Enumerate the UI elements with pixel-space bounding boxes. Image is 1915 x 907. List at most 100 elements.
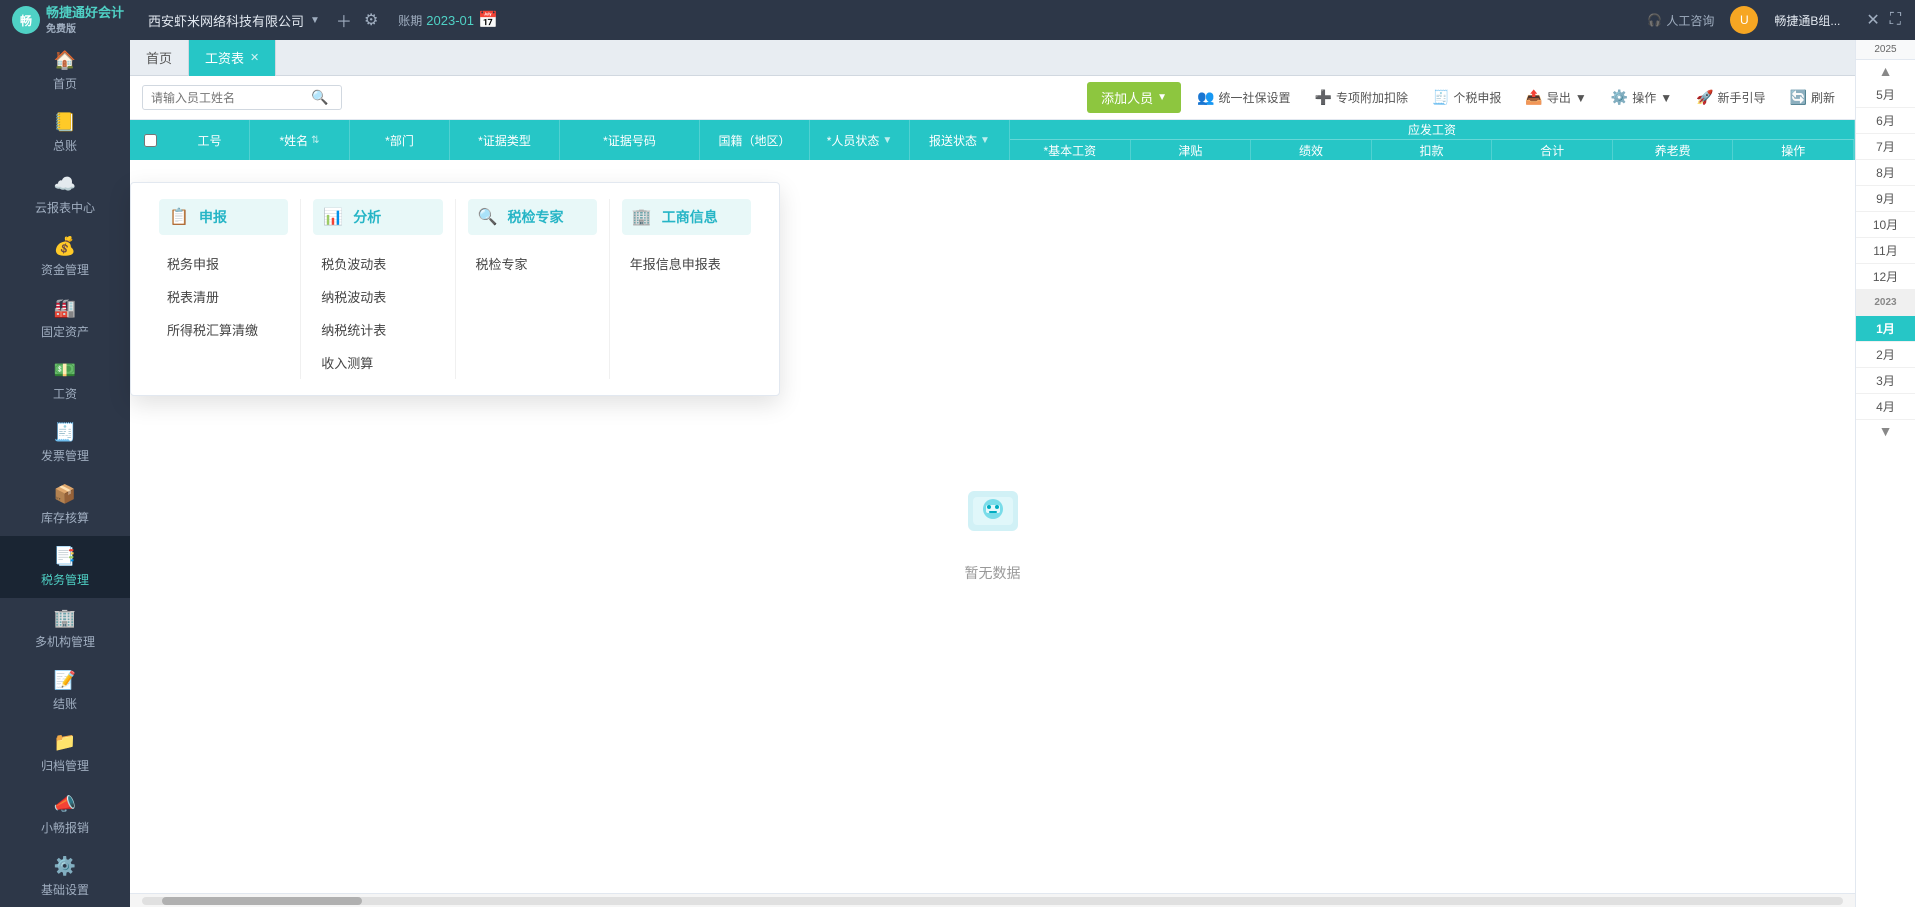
sidebar-item-tax[interactable]: 📑 税务管理 [0,536,130,598]
tab-salary-table[interactable]: 工资表 ✕ [189,40,276,76]
month-8[interactable]: 8月 [1856,160,1915,186]
export-action[interactable]: 📤 导出 ▼ [1517,85,1594,110]
export-icon: 📤 [1525,89,1542,106]
social-security-icon: 👥 [1197,89,1214,106]
app-subtitle: 免费版 [46,20,124,35]
support-link[interactable]: 🎧 人工咨询 [1647,12,1714,29]
th-name[interactable]: *姓名 ⇅ [250,120,350,160]
month-6[interactable]: 6月 [1856,108,1915,134]
sidebar-item-multi[interactable]: 🏢 多机构管理 [0,598,130,660]
app-title: 畅捷通好会计 [46,5,124,21]
empty-text: 暂无数据 [965,563,1021,583]
month-1-active[interactable]: 1月 [1856,316,1915,342]
sidebar-up-button[interactable]: ▲ [1856,60,1915,82]
month-11[interactable]: 11月 [1856,238,1915,264]
th-id-type: *证据类型 [450,120,560,160]
th-report-status[interactable]: 报送状态 ▼ [910,120,1010,160]
sidebar-item-fund[interactable]: 💰 资金管理 [0,226,130,288]
search-input[interactable] [151,91,311,105]
deduction-icon: ➕ [1315,89,1332,106]
th-base-salary: *基本工资 [1010,140,1131,160]
window-expand-button[interactable]: ⛶ [1888,9,1903,31]
sidebar-item-salary[interactable]: 💵 工资 [0,350,130,412]
new-guide-action[interactable]: 🚀 新手引导 [1688,85,1773,110]
special-deduction-action[interactable]: ➕ 专项附加扣除 [1307,85,1416,110]
logo-icon: 畅 [12,6,40,34]
menu-annual-report[interactable]: 年报信息申报表 [622,247,751,280]
support-label: 人工咨询 [1666,12,1714,29]
select-all-checkbox[interactable] [144,134,157,147]
sidebar-item-cloud[interactable]: ☁️ 云报表中心 [0,164,130,226]
tab-home[interactable]: 首页 [130,40,189,76]
menu-tax-table[interactable]: 税表清册 [159,280,288,313]
th-performance: 绩效 [1251,140,1372,160]
add-company-button[interactable]: ＋ [336,8,352,32]
top-header: 畅 畅捷通好会计 免费版 西安虾米网络科技有限公司 ▼ ＋ ⚙ 账期 2023-… [0,0,1915,40]
dropdown-section-business-info: 🏢 工商信息 年报信息申报表 [610,199,763,379]
menu-tax-expert[interactable]: 税检专家 [468,247,597,280]
search-icon: 🔍 [311,89,328,106]
menu-tax-burden-wave[interactable]: 税负波动表 [313,247,442,280]
main-layout: 🏠 首页 📒 总账 ☁️ 云报表中心 💰 资金管理 🏭 固定资产 💵 工资 🧾 … [0,40,1915,907]
month-4[interactable]: 4月 [1856,394,1915,420]
salary-icon: 💵 [54,360,76,381]
sidebar-item-archive[interactable]: 📁 归档管理 [0,722,130,784]
refresh-action[interactable]: 🔄 刷新 [1782,85,1843,110]
month-7[interactable]: 7月 [1856,134,1915,160]
period-value: 2023-01 [426,13,474,28]
sidebar-item-home[interactable]: 🏠 首页 [0,40,130,102]
user-name[interactable]: 畅捷通B组... [1774,12,1840,29]
menu-income-estimate[interactable]: 收入测算 [313,346,442,379]
search-wrap: 🔍 [142,85,342,110]
sidebar-item-ledger[interactable]: 📒 总账 [0,102,130,164]
dropdown-menu: 📋 申报 税务申报 税表清册 所得税汇算清缴 📊 分析 税负波动表 纳税波动表 … [130,182,780,396]
dropdown-section-analysis: 📊 分析 税负波动表 纳税波动表 纳税统计表 收入测算 [301,199,455,379]
month-12[interactable]: 12月 [1856,264,1915,290]
month-5[interactable]: 5月 [1856,82,1915,108]
tab-close-icon[interactable]: ✕ [250,51,259,64]
company-name: 西安虾米网络科技有限公司 [148,11,304,30]
bottom-scrollbar[interactable] [130,893,1855,907]
month-9[interactable]: 9月 [1856,186,1915,212]
sidebar-down-button[interactable]: ▼ [1856,420,1915,442]
settings-icon: ⚙️ [54,856,76,877]
sidebar-item-stock[interactable]: 📦 库存核算 [0,474,130,536]
sidebar-item-assets[interactable]: 🏭 固定资产 [0,288,130,350]
th-person-status[interactable]: *人员状态 ▼ [810,120,910,160]
th-id-number: *证据号码 [560,120,700,160]
month-3[interactable]: 3月 [1856,368,1915,394]
menu-income-tax-settlement[interactable]: 所得税汇算清缴 [159,313,288,346]
sidebar-item-close[interactable]: 📝 结账 [0,660,130,722]
company-selector[interactable]: 西安虾米网络科技有限公司 ▼ [148,11,320,30]
settings-button[interactable]: ⚙ [364,10,378,30]
sidebar-item-expense[interactable]: 📣 小畅报销 [0,784,130,846]
scrollbar-thumb[interactable] [162,897,362,905]
export-dropdown-icon: ▼ [1575,91,1587,105]
calendar-icon[interactable]: 📅 [478,10,498,30]
window-controls: ✕ ⛶ [1864,8,1903,32]
month-10[interactable]: 10月 [1856,212,1915,238]
window-close-button[interactable]: ✕ [1864,8,1881,32]
menu-tax-stats[interactable]: 纳税统计表 [313,313,442,346]
th-nationality: 国籍（地区） [700,120,810,160]
operation-action[interactable]: ⚙️ 操作 ▼ [1603,85,1680,110]
invoice-icon: 🧾 [54,422,76,443]
close-accounts-icon: 📝 [54,670,76,691]
th-total: 合计 [1492,140,1613,160]
tax-icon2: 🧾 [1432,89,1449,106]
th-checkbox[interactable] [130,134,170,147]
unified-social-security-action[interactable]: 👥 统一社保设置 [1189,85,1298,110]
header-right: 🎧 人工咨询 U 畅捷通B组... ✕ ⛶ [1647,6,1903,34]
add-person-button[interactable]: 添加人员 ▼ [1087,82,1181,113]
th-wage-group: 应发工资 *基本工资 津贴 绩效 扣款 合计 养老费 操作 [1010,120,1855,160]
dropdown-section-declaration: 📋 申报 税务申报 税表清册 所得税汇算清缴 [147,199,301,379]
tax-icon: 📑 [54,546,76,567]
sidebar-item-invoice[interactable]: 🧾 发票管理 [0,412,130,474]
month-2[interactable]: 2月 [1856,342,1915,368]
analysis-icon: 📊 [321,205,345,229]
sidebar-item-settings[interactable]: ⚙️ 基础设置 [0,846,130,907]
right-sidebar-header: 2025 [1856,40,1915,60]
menu-tax-declaration[interactable]: 税务申报 [159,247,288,280]
menu-tax-payment-wave[interactable]: 纳税波动表 [313,280,442,313]
tax-declaration-action[interactable]: 🧾 个税申报 [1424,85,1509,110]
